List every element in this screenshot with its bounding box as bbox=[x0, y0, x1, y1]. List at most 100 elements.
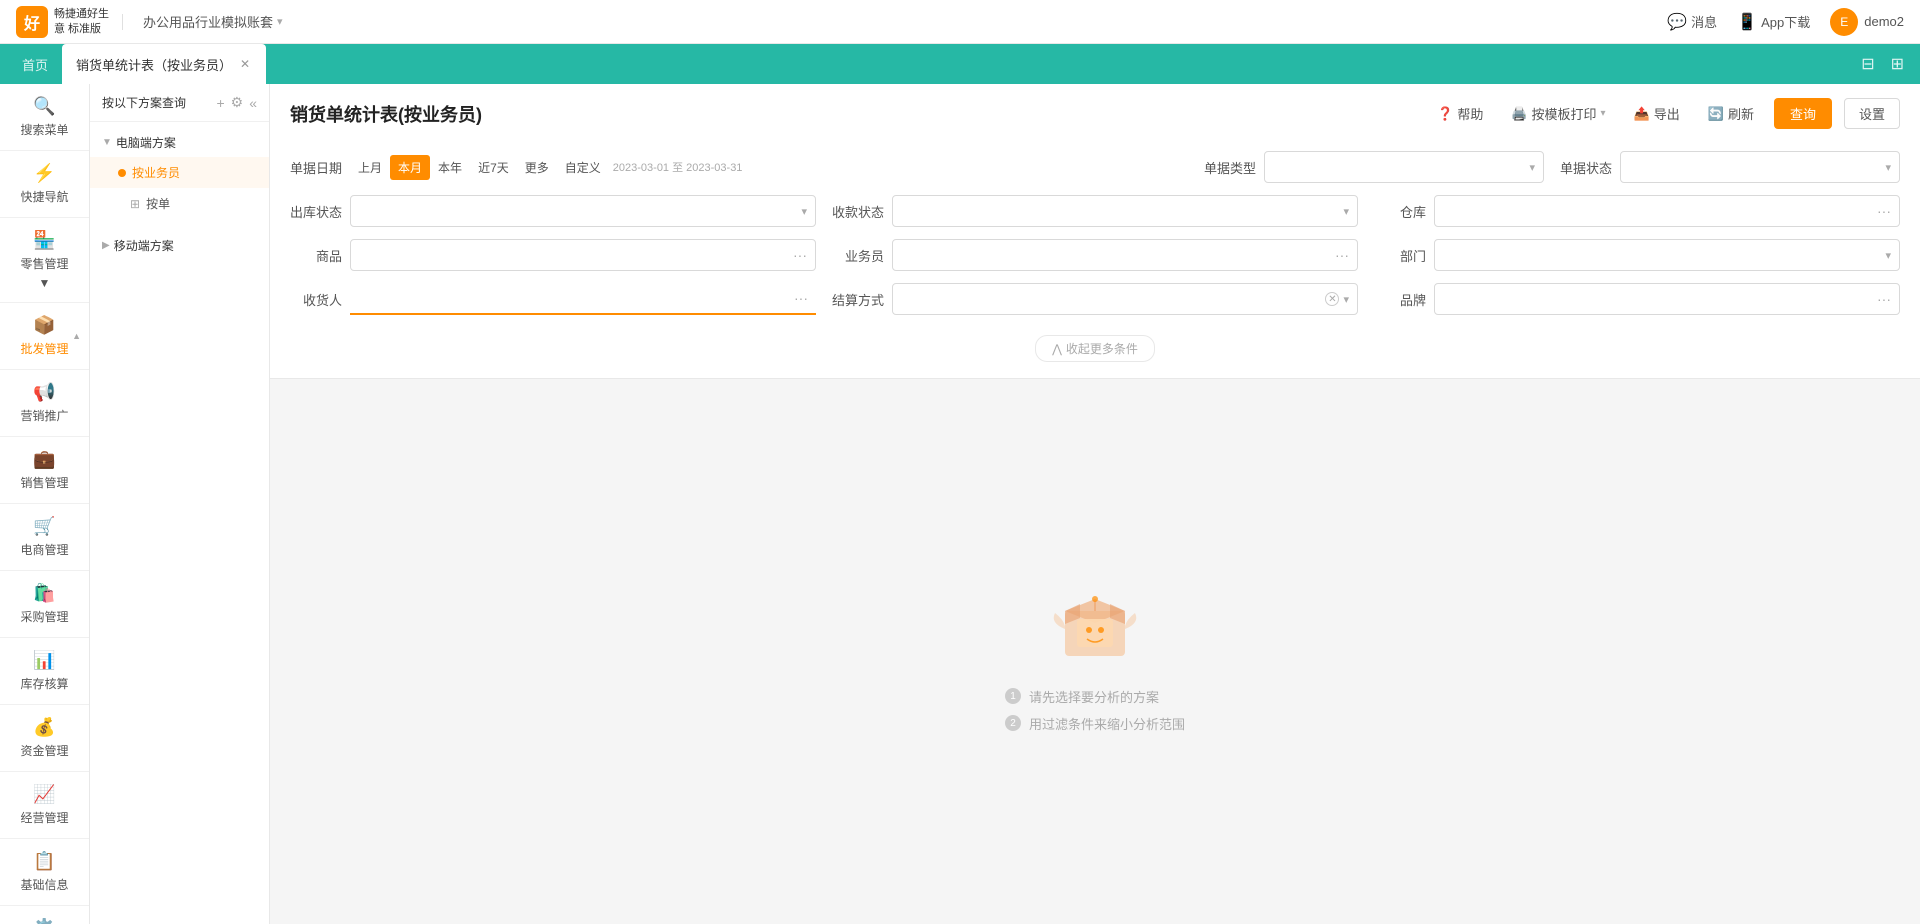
template-print-icon: 🖨️ bbox=[1511, 106, 1527, 122]
help-btn[interactable]: ❓ 帮助 bbox=[1429, 100, 1491, 127]
tab-home[interactable]: 首页 bbox=[8, 44, 62, 84]
scheme-item-by-staff[interactable]: 按业务员 bbox=[90, 157, 269, 188]
tab-bar: 首页 销货单统计表（按业务员） ✕ ⊟ ⊞ bbox=[0, 44, 1920, 84]
date-tab-this-month[interactable]: 本月 bbox=[390, 155, 430, 180]
staff-label: 业务员 bbox=[832, 246, 884, 265]
warehouse-more-icon[interactable]: ··· bbox=[1877, 203, 1891, 219]
scheme-sub-item-by-order[interactable]: ⊞ 按单 bbox=[90, 188, 269, 219]
sidebar-item-finance[interactable]: 💰 资金管理 bbox=[0, 705, 89, 772]
tab-sales-stat[interactable]: 销货单统计表（按业务员） ✕ bbox=[62, 44, 266, 84]
page-title: 销货单统计表(按业务员) bbox=[290, 101, 482, 127]
sidebar-label-ecommerce: 电商管理 bbox=[20, 541, 68, 558]
warehouse-label: 仓库 bbox=[1374, 202, 1426, 221]
scheme-sub-item-by-order-label: 按单 bbox=[146, 195, 170, 212]
sidebar-item-wholesale[interactable]: 📦 批发管理 bbox=[0, 303, 89, 370]
sidebar-item-search-menu[interactable]: 🔍 搜索菜单 bbox=[0, 84, 89, 151]
sidebar-item-retail[interactable]: 🏪 零售管理 bbox=[0, 218, 89, 303]
collect-status-control[interactable]: ▾ bbox=[892, 195, 1358, 227]
query-btn[interactable]: 查询 bbox=[1774, 98, 1832, 129]
sidebar-label-finance: 资金管理 bbox=[20, 742, 68, 759]
tab-bar-right: ⊟ ⊞ bbox=[1857, 50, 1920, 78]
top-header: 好 畅捷通好生意 标准版 办公用品行业模拟账套 ▾ 💬 消息 📱 App下载 E… bbox=[0, 0, 1920, 44]
template-print-btn[interactable]: 🖨️ 按模板打印 ▾ bbox=[1503, 100, 1613, 127]
message-action[interactable]: 💬 消息 bbox=[1667, 12, 1717, 32]
logo-icon: 好 bbox=[16, 6, 48, 38]
filter-area: 单据日期 上月 本月 本年 近7天 更多 自定义 2023-03-01 至 20… bbox=[270, 139, 1920, 379]
scheme-collapse-icon[interactable]: « bbox=[249, 95, 257, 111]
app-title-area[interactable]: 办公用品行业模拟账套 ▾ bbox=[143, 12, 283, 31]
sidebar-item-quick-nav[interactable]: ⚡ 快捷导航 bbox=[0, 151, 89, 218]
marketing-icon: 📢 bbox=[33, 382, 55, 403]
add-scheme-icon[interactable]: + bbox=[216, 95, 224, 111]
refresh-btn[interactable]: 🔄 刷新 bbox=[1700, 100, 1762, 127]
sidebar-item-system[interactable]: ⚙️ 系统管理 bbox=[0, 906, 89, 924]
filter-item-settle: 结算方式 ✕ ▾ bbox=[832, 283, 1358, 315]
sidebar-item-inventory[interactable]: 📊 库存核算 bbox=[0, 638, 89, 705]
sidebar-item-operation[interactable]: 📈 经营管理 bbox=[0, 772, 89, 839]
message-label: 消息 bbox=[1691, 12, 1717, 31]
app-title-arrow[interactable]: ▾ bbox=[277, 15, 283, 28]
out-status-control[interactable]: ▾ bbox=[350, 195, 816, 227]
doc-status-label: 单据状态 bbox=[1560, 158, 1612, 177]
hint2-num: 2 bbox=[1005, 715, 1021, 731]
filter-row-2: 出库状态 ▾ 收款状态 ▾ 仓库 bbox=[290, 195, 1900, 227]
receiver-more-icon[interactable]: ··· bbox=[794, 290, 808, 306]
sidebar-item-purchase[interactable]: 🛍️ 采购管理 bbox=[0, 571, 89, 638]
empty-illustration bbox=[1035, 571, 1155, 671]
sidebar-item-marketing[interactable]: 📢 营销推广 bbox=[0, 370, 89, 437]
page-header-actions: ❓ 帮助 🖨️ 按模板打印 ▾ 📤 导出 🔄 刷新 bbox=[1429, 98, 1900, 129]
settle-control[interactable]: ✕ ▾ bbox=[892, 283, 1358, 315]
export-btn[interactable]: 📤 导出 bbox=[1626, 100, 1688, 127]
user-area[interactable]: E demo2 bbox=[1830, 8, 1904, 36]
settle-close-icon[interactable]: ✕ bbox=[1325, 292, 1339, 306]
sales-icon: 💼 bbox=[33, 449, 55, 470]
scheme-active-dot bbox=[118, 169, 126, 177]
date-tabs: 上月 本月 本年 近7天 更多 自定义 2023-03-01 至 2023-03… bbox=[350, 155, 742, 180]
refresh-icon: 🔄 bbox=[1708, 106, 1724, 122]
collapse-btn[interactable]: ⋀ 收起更多条件 bbox=[1035, 335, 1155, 362]
date-tab-more[interactable]: 更多 bbox=[517, 155, 557, 180]
warehouse-control[interactable]: ··· bbox=[1434, 195, 1900, 227]
scheme-group-mobile-arrow: ▶ bbox=[102, 240, 110, 251]
settings-btn[interactable]: 设置 bbox=[1844, 98, 1900, 129]
filter-item-goods: 商品 ··· bbox=[290, 239, 816, 271]
dept-control[interactable]: ▾ bbox=[1434, 239, 1900, 271]
logo-area[interactable]: 好 畅捷通好生意 标准版 bbox=[16, 6, 114, 38]
staff-control[interactable]: ··· bbox=[892, 239, 1358, 271]
goods-more-icon[interactable]: ··· bbox=[793, 247, 807, 263]
staff-more-icon[interactable]: ··· bbox=[1335, 247, 1349, 263]
brand-more-icon[interactable]: ··· bbox=[1877, 291, 1891, 307]
tab-close-icon[interactable]: ✕ bbox=[238, 55, 252, 73]
basic-icon: 📋 bbox=[33, 851, 55, 872]
left-panel: 按以下方案查询 + ⚙ « ▼ 电脑端方案 按业务员 ⊞ 按单 bbox=[90, 84, 270, 924]
system-icon: ⚙️ bbox=[33, 918, 55, 924]
receiver-control[interactable]: ··· bbox=[350, 283, 816, 315]
sidebar-item-ecommerce[interactable]: 🛒 电商管理 bbox=[0, 504, 89, 571]
doc-status-control[interactable]: ▾ bbox=[1620, 151, 1900, 183]
filter-item-receiver: 收货人 ··· bbox=[290, 283, 816, 315]
scheme-group-mobile-header[interactable]: ▶ 移动端方案 bbox=[90, 231, 269, 260]
doc-type-label: 单据类型 bbox=[1204, 158, 1256, 177]
header-divider bbox=[122, 14, 123, 30]
date-tab-7days[interactable]: 近7天 bbox=[470, 155, 517, 180]
filter-item-staff: 业务员 ··· bbox=[832, 239, 1358, 271]
tab-expand-icon[interactable]: ⊞ bbox=[1887, 50, 1908, 78]
goods-control[interactable]: ··· bbox=[350, 239, 816, 271]
app-download-action[interactable]: 📱 App下载 bbox=[1737, 12, 1810, 32]
doc-type-control[interactable]: ▾ bbox=[1264, 151, 1544, 183]
query-label: 查询 bbox=[1790, 107, 1816, 122]
operation-icon: 📈 bbox=[33, 784, 55, 805]
date-tab-last-month[interactable]: 上月 bbox=[350, 155, 390, 180]
sidebar-label-retail: 零售管理 bbox=[20, 255, 68, 272]
date-tab-this-year[interactable]: 本年 bbox=[430, 155, 470, 180]
scheme-group-desktop-header[interactable]: ▼ 电脑端方案 bbox=[90, 128, 269, 157]
header-right: 💬 消息 📱 App下载 E demo2 bbox=[1667, 8, 1904, 36]
sidebar-item-sales[interactable]: 💼 销售管理 bbox=[0, 437, 89, 504]
goods-label: 商品 bbox=[290, 246, 342, 265]
sidebar-label-purchase: 采购管理 bbox=[20, 608, 68, 625]
tab-minimize-icon[interactable]: ⊟ bbox=[1857, 50, 1878, 78]
sidebar-item-basic[interactable]: 📋 基础信息 bbox=[0, 839, 89, 906]
scheme-settings-icon[interactable]: ⚙ bbox=[231, 94, 244, 111]
date-tab-custom[interactable]: 自定义 bbox=[557, 155, 609, 180]
brand-control[interactable]: ··· bbox=[1434, 283, 1900, 315]
